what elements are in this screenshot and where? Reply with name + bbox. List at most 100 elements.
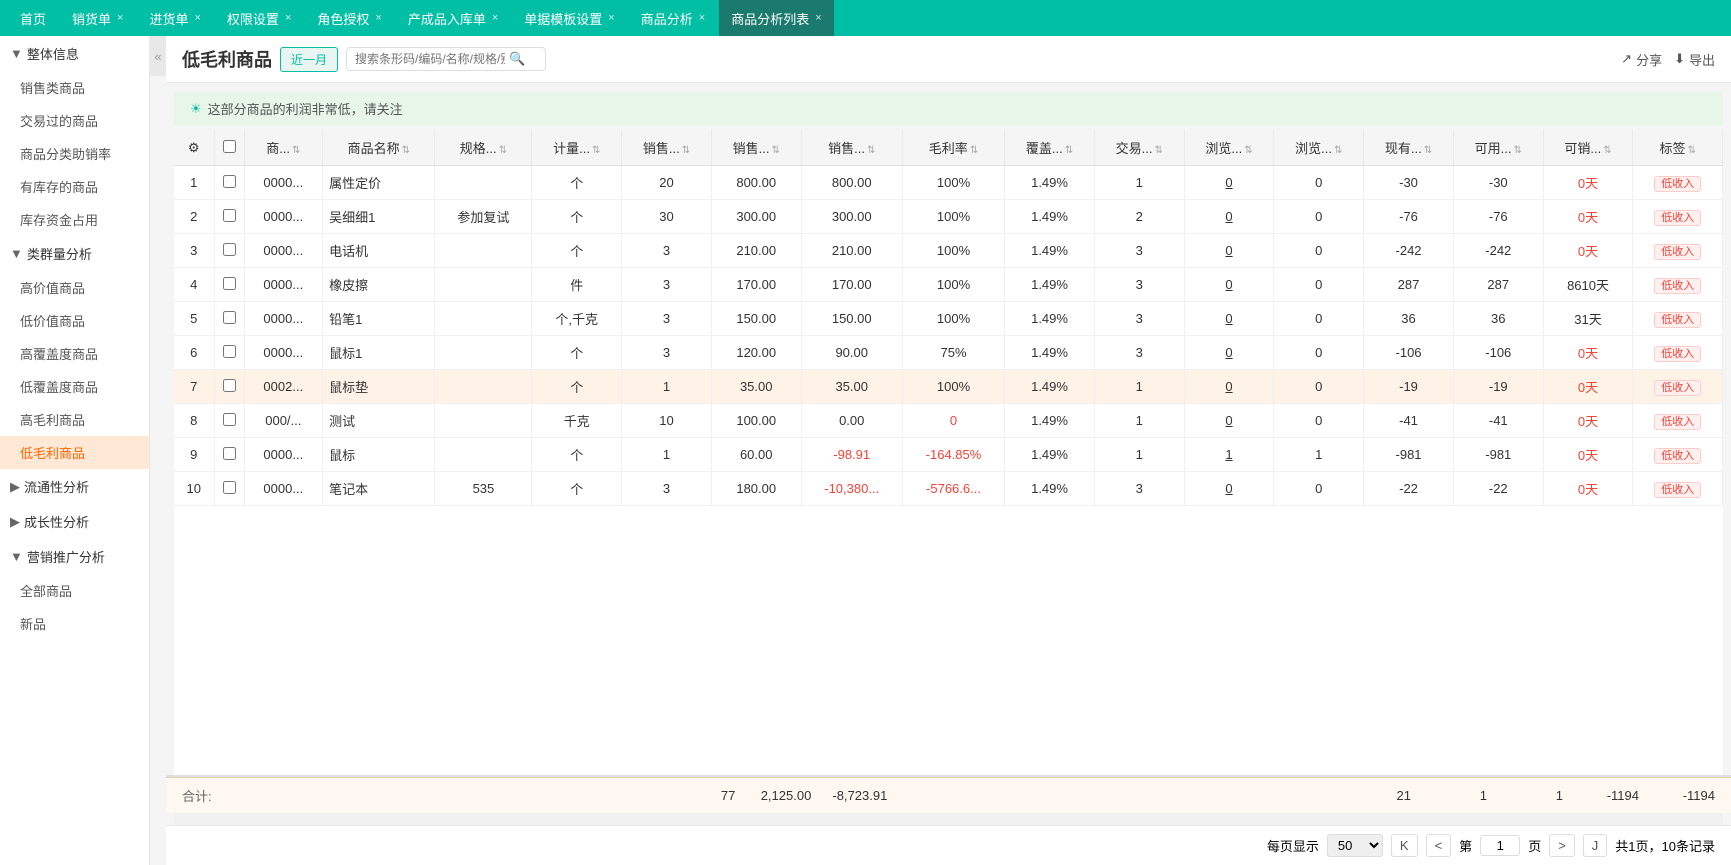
cell-browse1[interactable]: 0 [1184,302,1274,336]
nav-home[interactable]: 首页 [8,0,58,36]
cell-browse2: 0 [1274,336,1364,370]
page-number-input[interactable] [1480,835,1520,856]
cell-check[interactable] [214,472,244,506]
sidebar-item-high-coverage[interactable]: 高覆盖度商品 [0,337,149,370]
col-header-checkbox[interactable] [214,130,244,166]
cell-seq: 7 [174,370,214,404]
nav-goods-analysis[interactable]: 商品分析 × [629,0,717,36]
main-layout: ▼ 整体信息 销售类商品 交易过的商品 商品分类助销率 有库存的商品 库存资金占… [0,36,1731,865]
sidebar-group-marketing[interactable]: ▼ 营销推广分析 [0,539,149,574]
nav-goods-analysis-list-close[interactable]: × [815,12,821,24]
nav-role[interactable]: 角色授权 × [305,0,393,36]
sidebar-item-sales-goods[interactable]: 销售类商品 [0,71,149,104]
cell-check[interactable] [214,336,244,370]
nav-sales-close[interactable]: × [117,12,123,24]
row-checkbox[interactable] [223,447,236,460]
col-header-settings[interactable]: ⚙ [174,130,214,166]
share-button[interactable]: ↗ 分享 [1621,50,1662,69]
sidebar-item-high-margin[interactable]: 高毛利商品 [0,403,149,436]
row-checkbox[interactable] [223,481,236,494]
cell-s3: 35.00 [801,370,902,404]
cell-browse1[interactable]: 0 [1184,166,1274,200]
cell-browse1[interactable]: 0 [1184,336,1274,370]
search-input[interactable] [355,52,505,66]
row-checkbox[interactable] [223,175,236,188]
nav-product-in[interactable]: 产成品入库单 × [396,0,510,36]
nav-sales[interactable]: 销货单 × [60,0,135,36]
cell-browse1[interactable]: 0 [1184,200,1274,234]
cell-check[interactable] [214,370,244,404]
cell-browse2: 1 [1274,438,1364,472]
sidebar-group-overall[interactable]: ▼ 整体信息 [0,36,149,71]
nav-purchase[interactable]: 进货单 × [137,0,212,36]
cell-seq: 1 [174,166,214,200]
row-checkbox[interactable] [223,209,236,222]
sidebar-item-new-goods[interactable]: 新品 [0,607,149,640]
sidebar-item-traded-goods[interactable]: 交易过的商品 [0,104,149,137]
sidebar-item-low-margin[interactable]: 低毛利商品 [0,436,149,469]
row-checkbox[interactable] [223,243,236,256]
tag-badge: 低收入 [1654,210,1701,226]
cell-browse1[interactable]: 0 [1184,404,1274,438]
sidebar-collapse-button[interactable]: « [150,36,166,76]
export-button[interactable]: ⬇ 导出 [1674,50,1715,69]
row-checkbox[interactable] [223,413,236,426]
prev-page-button[interactable]: < [1426,834,1452,857]
row-checkbox[interactable] [223,345,236,358]
cell-s1: 10 [622,404,712,438]
first-page-button[interactable]: K [1391,834,1418,857]
sidebar-group-growth[interactable]: ▶ 成长性分析 [0,504,149,539]
row-checkbox[interactable] [223,311,236,324]
sidebar-item-low-value[interactable]: 低价值商品 [0,304,149,337]
nav-goods-analysis-close[interactable]: × [699,12,705,24]
sidebar-item-category-rate[interactable]: 商品分类助销率 [0,137,149,170]
row-checkbox[interactable] [223,379,236,392]
total-s1: 77 [675,788,735,803]
cell-browse1[interactable]: 0 [1184,234,1274,268]
cell-browse1[interactable]: 0 [1184,268,1274,302]
next-page-button[interactable]: > [1549,834,1575,857]
sidebar-group-liquidity[interactable]: ▶ 流通性分析 [0,469,149,504]
nav-template[interactable]: 单据模板设置 × [512,0,626,36]
tag-badge: 低收入 [1654,414,1701,430]
row-checkbox[interactable] [223,277,236,290]
nav-role-close[interactable]: × [375,12,381,24]
sidebar-item-in-stock[interactable]: 有库存的商品 [0,170,149,203]
cell-check[interactable] [214,234,244,268]
nav-permission-close[interactable]: × [285,12,291,24]
cell-check[interactable] [214,302,244,336]
per-page-select[interactable]: 50 100 200 [1327,834,1383,857]
nav-goods-analysis-list[interactable]: 商品分析列表 × [719,0,833,36]
cell-browse1[interactable]: 1 [1184,438,1274,472]
tag-badge: 低收入 [1654,448,1701,464]
cell-browse1[interactable]: 0 [1184,472,1274,506]
col-header-code: 商...⇅ [244,130,323,166]
sidebar-group-cluster[interactable]: ▼ 类群量分析 [0,236,149,271]
sidebar-item-low-coverage[interactable]: 低覆盖度商品 [0,370,149,403]
pagination-bar: 每页显示 50 100 200 K < 第 页 > J 共1页，10条记录 [166,825,1731,865]
cell-check[interactable] [214,166,244,200]
cell-seq: 3 [174,234,214,268]
last-page-button[interactable]: J [1583,834,1608,857]
cell-gross: 75% [902,336,1004,370]
date-filter-button[interactable]: 近一月 [280,47,338,72]
cell-check[interactable] [214,268,244,302]
sidebar-item-capital[interactable]: 库存资金占用 [0,203,149,236]
nav-permission[interactable]: 权限设置 × [215,0,303,36]
sidebar-item-all-goods[interactable]: 全部商品 [0,574,149,607]
select-all-checkbox[interactable] [223,140,236,153]
search-icon[interactable]: 🔍 [509,51,525,67]
tag-badge: 低收入 [1654,482,1701,498]
cell-browse1[interactable]: 0 [1184,370,1274,404]
cell-unit: 个 [532,370,622,404]
horizontal-scrollbar[interactable] [174,813,1723,825]
cell-stock: -242 [1364,234,1454,268]
nav-purchase-close[interactable]: × [194,12,200,24]
cell-check[interactable] [214,404,244,438]
table-wrapper[interactable]: ⚙ 商...⇅ 商品名称⇅ 规格...⇅ 计量...⇅ 销售...⇅ 销售...… [174,130,1723,775]
cell-check[interactable] [214,438,244,472]
nav-template-close[interactable]: × [608,12,614,24]
nav-product-in-close[interactable]: × [492,12,498,24]
sidebar-item-high-value[interactable]: 高价值商品 [0,271,149,304]
cell-check[interactable] [214,200,244,234]
